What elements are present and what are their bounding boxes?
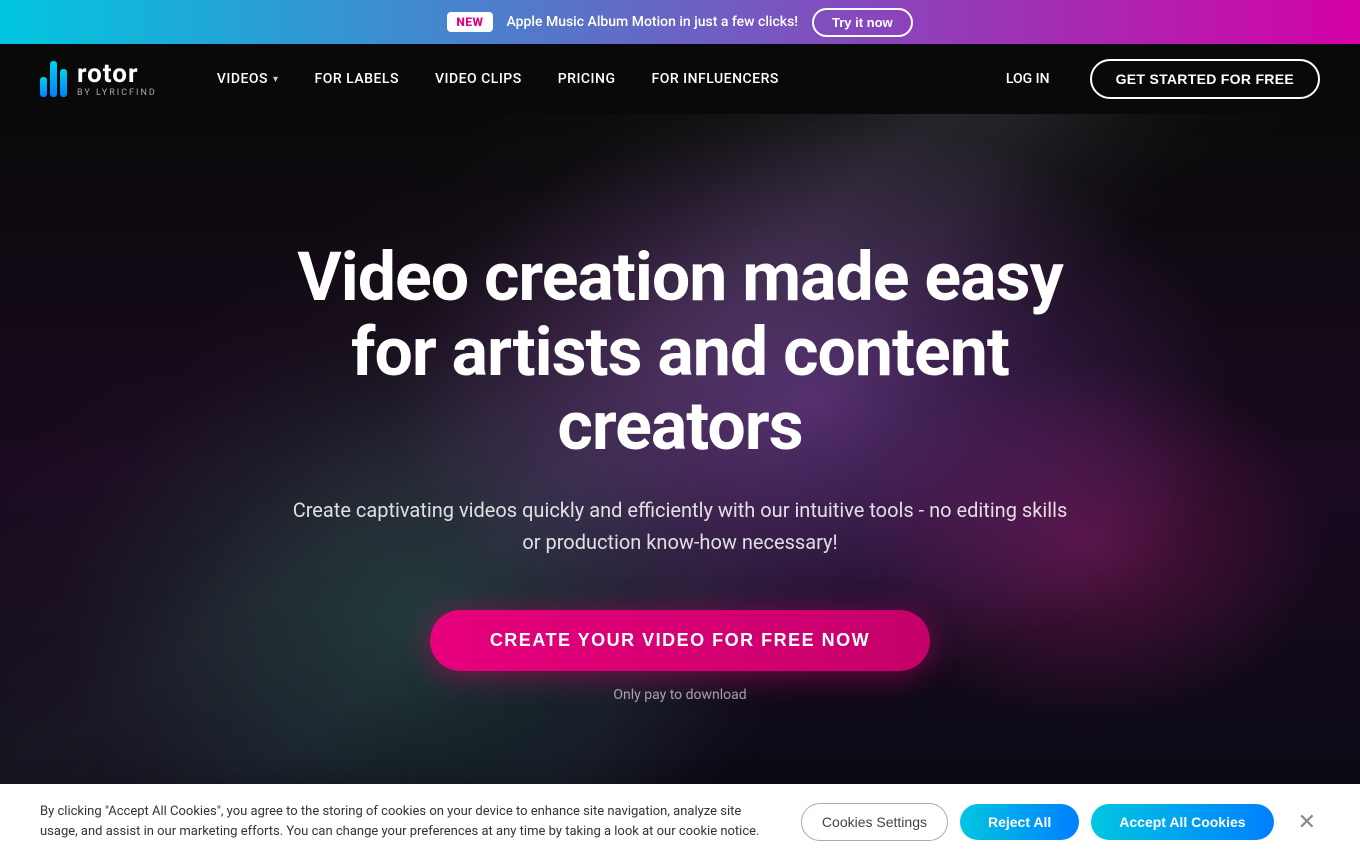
accept-all-cookies-button[interactable]: Accept All Cookies xyxy=(1091,804,1273,840)
logo-bar-2 xyxy=(50,61,57,97)
nav-videos[interactable]: VIDEOS ▾ xyxy=(217,71,279,87)
hero-subtitle: Create captivating videos quickly and ef… xyxy=(290,494,1070,558)
cookie-buttons: Cookies Settings Reject All Accept All C… xyxy=(801,803,1274,841)
logo-text: rotor BY LYRICFIND xyxy=(77,61,157,98)
announcement-bar: NEW Apple Music Album Motion in just a f… xyxy=(0,0,1360,44)
hero-section: Video creation made easy for artists and… xyxy=(0,114,1360,829)
logo-link[interactable]: rotor BY LYRICFIND xyxy=(40,61,157,98)
logo-bar-1 xyxy=(40,77,47,97)
cta-button[interactable]: CREATE YOUR VIDEO FOR FREE NOW xyxy=(430,610,930,671)
only-pay-text: Only pay to download xyxy=(290,687,1070,703)
logo-icon xyxy=(40,61,67,97)
cookies-settings-button[interactable]: Cookies Settings xyxy=(801,803,948,841)
login-link[interactable]: LOG IN xyxy=(1006,71,1050,87)
new-badge: NEW xyxy=(447,12,492,32)
reject-all-button[interactable]: Reject All xyxy=(960,804,1079,840)
cookie-close-button[interactable]: ✕ xyxy=(1294,811,1320,833)
try-now-button[interactable]: Try it now xyxy=(812,8,913,37)
chevron-down-icon: ▾ xyxy=(273,74,279,85)
nav-video-clips[interactable]: VIDEO CLIPS xyxy=(435,71,522,87)
hero-title: Video creation made easy for artists and… xyxy=(290,240,1070,464)
navbar: rotor BY LYRICFIND VIDEOS ▾ FOR LABELS V… xyxy=(0,44,1360,114)
get-started-button[interactable]: GET STARTED FOR FREE xyxy=(1090,59,1320,99)
logo-sub: BY LYRICFIND xyxy=(77,89,157,98)
hero-content: Video creation made easy for artists and… xyxy=(250,240,1110,703)
nav-pricing[interactable]: PRICING xyxy=(558,71,616,87)
cookie-banner: By clicking "Accept All Cookies", you ag… xyxy=(0,784,1360,859)
nav-for-influencers[interactable]: FOR INFLUENCERS xyxy=(652,71,779,87)
nav-for-labels[interactable]: FOR LABELS xyxy=(315,71,399,87)
cookie-text: By clicking "Accept All Cookies", you ag… xyxy=(40,802,781,841)
nav-links: VIDEOS ▾ FOR LABELS VIDEO CLIPS PRICING … xyxy=(217,71,779,87)
logo-name: rotor xyxy=(77,61,157,87)
announcement-text: Apple Music Album Motion in just a few c… xyxy=(507,14,798,30)
logo-bar-3 xyxy=(60,69,67,97)
